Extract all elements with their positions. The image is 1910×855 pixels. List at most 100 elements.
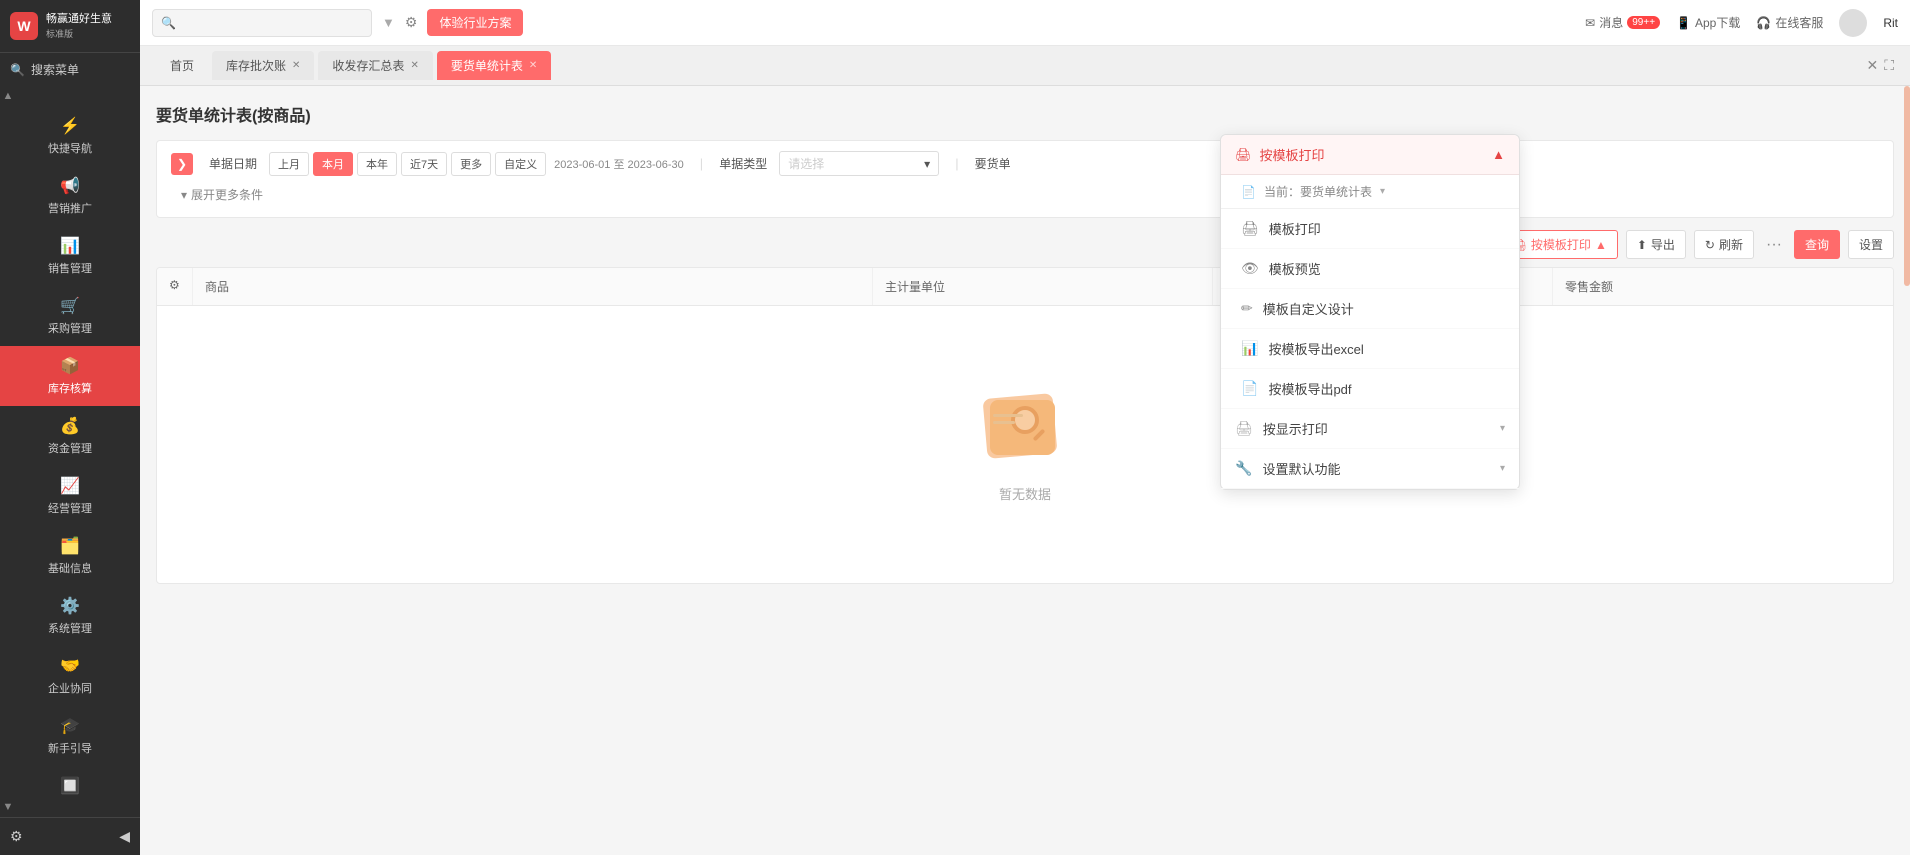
toolbar-more-btn[interactable]: ··· <box>1762 236 1786 254</box>
sidebar-footer: ⚙ ◀ <box>0 817 140 855</box>
filter-separator-2: | <box>955 156 958 171</box>
settings-label: 设置 <box>1859 236 1883 253</box>
sidebar-item-sales[interactable]: 📊 销售管理 <box>0 226 140 286</box>
tab-home[interactable]: 首页 <box>156 51 208 80</box>
settings-icon[interactable]: ⚙ <box>10 828 23 845</box>
topbar-right: ✉ 消息 99++ 📱 App下载 🎧 在线客服 Rit <box>1585 9 1898 37</box>
date-filter-buttons: 上月 本月 本年 近7天 更多 自定义 2023-06-01 至 2023-06… <box>269 152 684 176</box>
topbar-chevron[interactable]: ▼ <box>382 15 395 30</box>
query-label: 查询 <box>1805 236 1829 253</box>
expand-more-btn[interactable]: ▾ 展开更多条件 <box>171 182 1879 207</box>
right-scrollbar[interactable] <box>1904 86 1910 286</box>
scroll-up-btn[interactable]: ▲ <box>0 86 16 106</box>
display-print-icon: 🖨 <box>1235 420 1253 437</box>
type-filter-select[interactable]: 请选择 ▾ <box>779 151 939 176</box>
template-print-icon: 🖨 <box>1241 220 1259 237</box>
online-service-btn[interactable]: 🎧 在线客服 <box>1756 14 1823 31</box>
tab-expand-icon[interactable]: ⛶ <box>1884 57 1894 74</box>
tab-order-stats-close[interactable]: ✕ <box>529 60 537 71</box>
industry-solution-btn[interactable]: 体验行业方案 <box>427 9 523 36</box>
export-excel-icon: 📊 <box>1241 340 1258 357</box>
filter-bar: ❯ 单据日期 上月 本月 本年 近7天 更多 自定义 2023-06-01 至 … <box>156 140 1894 218</box>
sidebar-item-finance[interactable]: 💰 资金管理 <box>0 406 140 466</box>
inventory-icon: 📦 <box>60 356 80 376</box>
display-print-left: 🖨 按显示打印 <box>1235 419 1328 438</box>
dropdown-sub-display-print[interactable]: 🖨 按显示打印 ▾ <box>1221 409 1519 449</box>
sidebar-item-marketing[interactable]: 📢 营销推广 <box>0 166 140 226</box>
sidebar-item-inventory[interactable]: 📦 库存核算 <box>0 346 140 406</box>
toolbar: 🖨 按模板打印 ▲ ⬆ 导出 ↻ 刷新 ··· 查询 设置 <box>156 230 1894 259</box>
topbar: 🔍 ▼ ⚙ 体验行业方案 ✉ 消息 99++ 📱 App下载 🎧 在线客服 Ri… <box>140 0 1910 46</box>
topbar-search-box[interactable]: 🔍 <box>152 9 372 37</box>
sidebar-search[interactable]: 🔍 搜索菜单 <box>0 53 140 86</box>
sidebar-item-basics[interactable]: 🗂️ 基础信息 <box>0 526 140 586</box>
sidebar-item-collab[interactable]: 🤝 企业协同 <box>0 646 140 706</box>
logo-icon: W <box>10 12 38 40</box>
search-topbar-icon: 🔍 <box>161 16 176 30</box>
empty-text: 暂无数据 <box>999 484 1051 503</box>
user-avatar[interactable] <box>1839 9 1867 37</box>
col-amount: 零售金额 <box>1553 268 1893 305</box>
dropdown-item-export-excel[interactable]: 📊 按模板导出excel <box>1221 329 1519 369</box>
tab-inventory-batch-close[interactable]: ✕ <box>292 60 300 71</box>
goods-filter-label: 要货单 <box>975 155 1011 172</box>
template-preview-label: 模板预览 <box>1269 259 1321 278</box>
date-btn-7days[interactable]: 近7天 <box>401 152 447 176</box>
dropdown-header[interactable]: 🖨 按模板打印 ▲ <box>1221 135 1519 175</box>
sidebar-item-purchase[interactable]: 🛒 采购管理 <box>0 286 140 346</box>
filter-expand-toggle[interactable]: ❯ <box>171 153 193 175</box>
query-btn[interactable]: 查询 <box>1794 230 1840 259</box>
template-design-label: 模板自定义设计 <box>1263 299 1354 318</box>
scroll-down-btn[interactable]: ▼ <box>0 797 16 817</box>
system-icon: ⚙️ <box>60 596 80 616</box>
filter-expand-row: ▾ 展开更多条件 <box>171 182 1879 207</box>
dropdown-title: 按模板打印 <box>1260 145 1325 164</box>
printer-header-icon: 🖨 <box>1235 147 1252 163</box>
tab-close-all-icon[interactable]: ✕ <box>1866 57 1878 74</box>
date-btn-this-year[interactable]: 本年 <box>357 152 397 176</box>
dropdown-item-export-pdf[interactable]: 📄 按模板导出pdf <box>1221 369 1519 409</box>
date-btn-custom[interactable]: 自定义 <box>495 152 546 176</box>
date-btn-last-month[interactable]: 上月 <box>269 152 309 176</box>
settings-btn[interactable]: 设置 <box>1848 230 1894 259</box>
empty-line2 <box>993 421 1015 424</box>
search-icon: 🔍 <box>10 63 25 77</box>
export-label: 导出 <box>1651 236 1675 253</box>
purchase-icon: 🛒 <box>60 296 80 316</box>
filter-row: ❯ 单据日期 上月 本月 本年 近7天 更多 自定义 2023-06-01 至 … <box>171 151 1879 176</box>
app-name: 畅赢通好生意 <box>46 12 112 27</box>
table-header: ⚙ 商品 主计量单位 主数量 零售金额 <box>157 268 1893 306</box>
export-pdf-label: 按模板导出pdf <box>1268 379 1351 398</box>
dropdown-sub-default-settings[interactable]: 🔧 设置默认功能 ▾ <box>1221 449 1519 489</box>
sidebar-nav: ⚡ 快捷导航 📢 营销推广 📊 销售管理 🛒 采购管理 📦 库存核算 💰 资金管… <box>0 106 140 797</box>
filter-toggle-btn[interactable]: ❯ <box>171 153 193 175</box>
sidebar-item-quicknav[interactable]: ⚡ 快捷导航 <box>0 106 140 166</box>
export-btn[interactable]: ⬆ 导出 <box>1626 230 1686 259</box>
marketing-label: 营销推广 <box>48 200 92 216</box>
sidebar-item-operations[interactable]: 📈 经营管理 <box>0 466 140 526</box>
current-template-row[interactable]: 📄 当前：要货单统计表 ▾ <box>1221 175 1519 209</box>
current-template-label: 当前：要货单统计表 <box>1264 183 1372 200</box>
date-btn-this-month[interactable]: 本月 <box>313 152 353 176</box>
sidebar-item-guide[interactable]: 🎓 新手引导 <box>0 706 140 766</box>
dropdown-item-template-print[interactable]: 🖨 模板打印 <box>1221 209 1519 249</box>
display-print-chevron: ▾ <box>1500 423 1505 434</box>
refresh-btn[interactable]: ↻ 刷新 <box>1694 230 1754 259</box>
app-name-block: 畅赢通好生意 标准版 <box>46 12 112 40</box>
tab-receipts-summary-close[interactable]: ✕ <box>410 60 418 71</box>
quicknav-label: 快捷导航 <box>48 140 92 156</box>
topbar-gear-icon[interactable]: ⚙ <box>405 14 418 31</box>
sidebar-item-appcenter[interactable]: 🔲 应用中心 <box>0 766 140 797</box>
dropdown-item-template-preview[interactable]: 👁 模板预览 <box>1221 249 1519 289</box>
dropdown-item-template-design[interactable]: ✏ 模板自定义设计 <box>1221 289 1519 329</box>
date-btn-more[interactable]: 更多 <box>451 152 491 176</box>
col-settings[interactable]: ⚙ <box>157 268 193 305</box>
sidebar-item-system[interactable]: ⚙️ 系统管理 <box>0 586 140 646</box>
messages-btn[interactable]: ✉ 消息 99++ <box>1585 14 1660 31</box>
app-download-btn[interactable]: 📱 App下载 <box>1676 14 1740 31</box>
collapse-icon[interactable]: ◀ <box>119 828 130 845</box>
tab-inventory-batch[interactable]: 库存批次账 ✕ <box>212 51 314 80</box>
tab-order-stats[interactable]: 要货单统计表 ✕ <box>437 51 551 80</box>
default-settings-chevron: ▾ <box>1500 463 1505 474</box>
tab-receipts-summary[interactable]: 收发存汇总表 ✕ <box>318 51 432 80</box>
